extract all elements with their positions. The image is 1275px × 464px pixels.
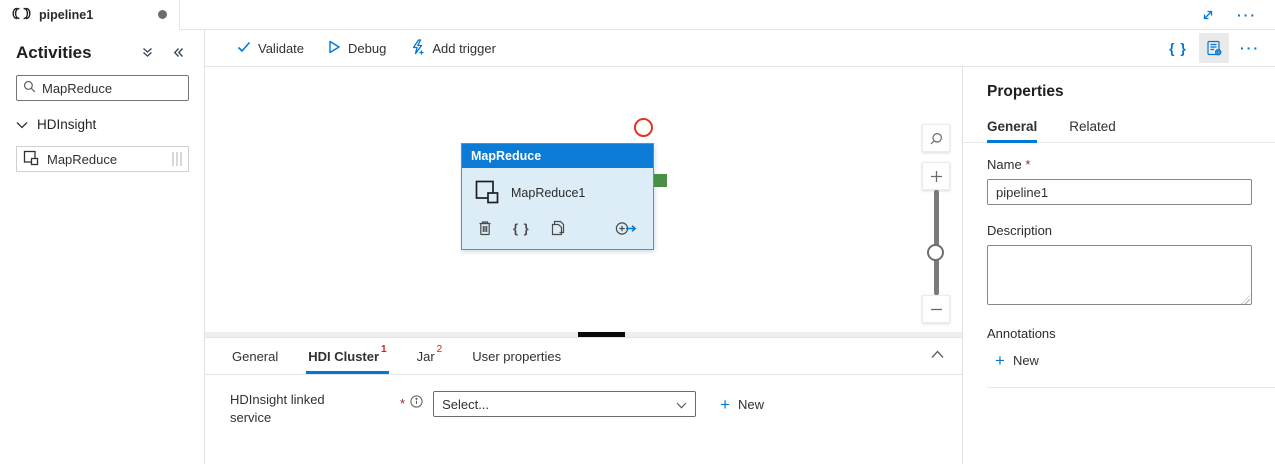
- properties-title: Properties: [963, 67, 1275, 101]
- checkmark-icon: [237, 41, 251, 56]
- linked-service-select[interactable]: Select...: [433, 391, 696, 417]
- properties-divider: [987, 387, 1275, 388]
- plus-icon: +: [720, 396, 730, 413]
- tab-title: pipeline1: [39, 8, 93, 22]
- pipeline-name-input[interactable]: [987, 179, 1252, 205]
- chevron-down-icon: [16, 117, 28, 132]
- collapse-config-icon[interactable]: [927, 346, 948, 363]
- expand-window-icon[interactable]: [1197, 4, 1219, 26]
- collapse-panel-icon[interactable]: [168, 42, 189, 63]
- tab-general[interactable]: General: [230, 338, 280, 374]
- activities-panel: Activities: [0, 30, 205, 464]
- tab-pipeline1[interactable]: pipeline1: [0, 0, 180, 30]
- zoom-out-button[interactable]: [922, 295, 950, 323]
- search-input[interactable]: [42, 81, 172, 96]
- tab-more-icon[interactable]: ···: [1233, 4, 1261, 26]
- tab-properties-related[interactable]: Related: [1069, 119, 1116, 142]
- node-type-label: MapReduce: [471, 149, 541, 163]
- tree-group-hdinsight[interactable]: HDInsight: [16, 117, 189, 132]
- description-textarea[interactable]: [987, 245, 1252, 305]
- collapse-all-icon[interactable]: [137, 42, 158, 63]
- toolbar-more-icon[interactable]: ···: [1235, 33, 1265, 63]
- info-icon: [410, 395, 423, 411]
- linked-service-label: HDInsight linked service: [230, 391, 360, 426]
- name-label: Name *: [987, 157, 1252, 172]
- lightning-plus-icon: [410, 39, 425, 58]
- drag-handle[interactable]: [172, 152, 182, 166]
- mapreduce-icon: [23, 150, 39, 169]
- required-asterisk: *: [400, 396, 405, 411]
- zoom-to-fit-icon[interactable]: [922, 124, 950, 152]
- zoom-slider[interactable]: [922, 190, 950, 295]
- annotations-label: Annotations: [987, 326, 1252, 341]
- canvas-horizontal-scrollbar[interactable]: [205, 332, 962, 337]
- document-tabbar: pipeline1 ···: [0, 0, 1275, 30]
- new-annotation-button[interactable]: + New: [989, 348, 1045, 373]
- add-output-icon[interactable]: [611, 217, 641, 240]
- zoom-slider-thumb[interactable]: [927, 244, 944, 261]
- zoom-slider-track[interactable]: [934, 190, 939, 295]
- mapreduce-node-icon: [474, 179, 500, 208]
- activities-search[interactable]: [16, 75, 189, 101]
- settings-document-icon[interactable]: [1199, 33, 1229, 63]
- config-tabs: General HDI Cluster1 Jar2 User propertie…: [205, 338, 962, 375]
- group-label: HDInsight: [37, 117, 96, 132]
- code-view-icon[interactable]: { }: [1163, 33, 1193, 63]
- play-icon: [328, 40, 341, 57]
- zoom-in-button[interactable]: [922, 162, 950, 190]
- pipeline-icon: [12, 7, 31, 23]
- validate-button[interactable]: Validate: [227, 36, 314, 61]
- add-trigger-button[interactable]: Add trigger: [400, 34, 506, 63]
- required-count-badge: 1: [381, 344, 387, 355]
- required-asterisk: *: [1025, 157, 1030, 172]
- scrollbar-thumb[interactable]: [578, 332, 625, 337]
- tab-jar[interactable]: Jar2: [415, 338, 445, 374]
- node-name-label: MapReduce1: [511, 186, 585, 200]
- node-code-icon[interactable]: { }: [509, 217, 534, 240]
- adf-pipeline-editor: pipeline1 ··· Activities: [0, 0, 1275, 464]
- tab-user-properties[interactable]: User properties: [470, 338, 563, 374]
- node-header[interactable]: MapReduce: [462, 144, 653, 168]
- properties-panel: Properties General Related Name * Descri…: [962, 67, 1275, 464]
- description-label: Description: [987, 223, 1252, 238]
- clone-activity-icon[interactable]: [547, 216, 570, 240]
- plus-icon: +: [995, 352, 1005, 369]
- properties-tabs: General Related: [963, 101, 1275, 143]
- chevron-down-icon: [676, 397, 687, 412]
- debug-button[interactable]: Debug: [318, 35, 396, 62]
- unsaved-changes-dot: [158, 10, 167, 19]
- tab-hdi-cluster[interactable]: HDI Cluster1: [306, 338, 388, 374]
- canvas-zoom-controls: [922, 124, 950, 323]
- delete-activity-icon[interactable]: [474, 216, 496, 240]
- activity-config-panel: General HDI Cluster1 Jar2 User propertie…: [205, 337, 962, 464]
- palette-item-label: MapReduce: [47, 152, 117, 167]
- pipeline-canvas[interactable]: MapReduce MapReduce1: [205, 67, 962, 337]
- new-linked-service-button[interactable]: + New: [714, 392, 770, 417]
- search-icon: [23, 80, 36, 96]
- palette-item-mapreduce[interactable]: MapReduce: [16, 146, 189, 172]
- tab-properties-general[interactable]: General: [987, 119, 1037, 142]
- activities-title: Activities: [16, 43, 92, 63]
- output-connector[interactable]: [654, 174, 667, 187]
- pipeline-toolbar: Validate Debug: [205, 30, 1275, 67]
- required-count-badge: 2: [437, 344, 443, 355]
- validation-error-ring: [634, 118, 653, 137]
- activity-node-mapreduce1[interactable]: MapReduce MapReduce1: [461, 143, 654, 250]
